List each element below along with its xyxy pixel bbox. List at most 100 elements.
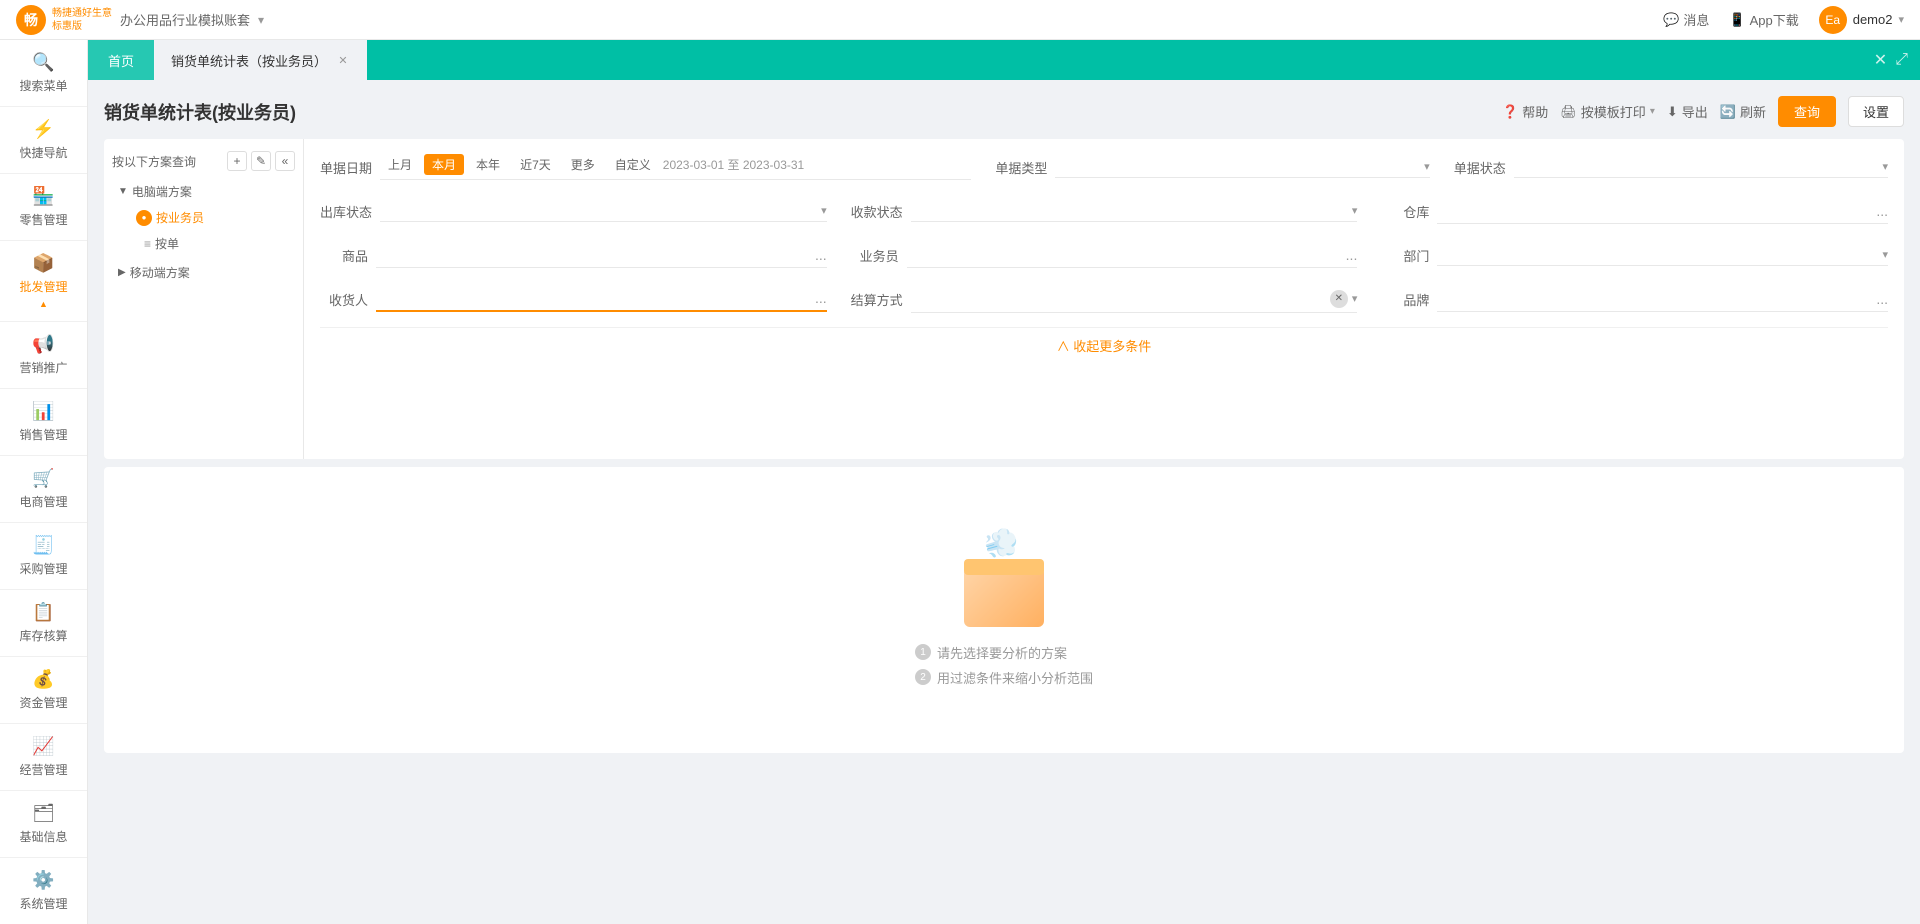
- tab-home[interactable]: 首页: [88, 40, 154, 80]
- marketing-icon: 📢: [32, 334, 54, 355]
- collapse-bar[interactable]: ∧ 收起更多条件: [320, 327, 1888, 363]
- refresh-icon: 🔄: [1720, 104, 1736, 120]
- filter-area: 单据日期 上月 本月 本年 近7天 更多 自定义: [304, 139, 1904, 459]
- scheme-group-mobile-label: 移动端方案: [130, 264, 190, 281]
- filter-outbound-control[interactable]: ▾: [380, 200, 827, 222]
- sidebar-item-purchase[interactable]: 🧾 采购管理: [0, 523, 87, 590]
- sidebar-item-wholesale[interactable]: 📦 批发管理 ▲: [0, 241, 87, 322]
- help-button[interactable]: ❓ 帮助: [1502, 102, 1548, 121]
- scheme-add-button[interactable]: +: [227, 151, 247, 171]
- filter-outbound-label: 出库状态: [320, 202, 380, 221]
- sidebar-item-search[interactable]: 🔍 搜索菜单: [0, 40, 87, 107]
- date-tab-custom[interactable]: 自定义: [607, 154, 659, 175]
- sidebar-item-operation-label: 经营管理: [19, 761, 67, 778]
- filter-row-3: 商品 ... 业务员 ...: [320, 239, 1888, 271]
- query-button[interactable]: 查询: [1778, 96, 1836, 127]
- dept-dropdown-icon: ▾: [1882, 248, 1888, 261]
- inventory-icon: 📋: [32, 602, 54, 623]
- user-area[interactable]: Ea demo2 ▾: [1819, 6, 1904, 34]
- filter-dept-field: 部门 ▾: [1381, 239, 1888, 271]
- filter-date-control: 上月 本月 本年 近7天 更多 自定义 2023-03-01 至 2023-03…: [380, 154, 971, 180]
- refresh-button[interactable]: 🔄 刷新: [1720, 102, 1766, 121]
- user-dropdown-icon: ▾: [1898, 13, 1904, 26]
- app-download-action[interactable]: 📱 App下载: [1729, 10, 1798, 29]
- sidebar-item-operation[interactable]: 📈 经营管理: [0, 724, 87, 791]
- filter-warehouse-control[interactable]: ...: [1437, 199, 1888, 224]
- export-button[interactable]: ⬇ 导出: [1667, 102, 1708, 121]
- date-tab-this-year[interactable]: 本年: [468, 154, 508, 175]
- filter-status-control[interactable]: ▾: [1514, 156, 1888, 178]
- payment-clear-icon[interactable]: ✕: [1330, 290, 1348, 308]
- payment-dropdown-icon: ▾: [1352, 292, 1358, 305]
- sidebar-item-sales[interactable]: 📊 销售管理: [0, 389, 87, 456]
- filter-status-field: 单据状态 ▾: [1454, 151, 1888, 183]
- message-action[interactable]: 💬 消息: [1663, 10, 1709, 29]
- filter-type-field: 单据类型 ▾: [995, 151, 1429, 183]
- shortcut-icon: ⚡: [32, 119, 54, 140]
- date-tab-more[interactable]: 更多: [563, 154, 603, 175]
- user-name: demo2: [1853, 12, 1893, 27]
- outbound-dropdown-icon: ▾: [821, 204, 827, 217]
- sidebar-item-shortcut[interactable]: ⚡ 快捷导航: [0, 107, 87, 174]
- filter-pay-control[interactable]: ▾: [911, 200, 1358, 222]
- scheme-item-by-salesperson[interactable]: ● 按业务员: [112, 204, 295, 231]
- operation-icon: 📈: [32, 736, 54, 757]
- hint-num-1: 1: [915, 644, 931, 660]
- sidebar-item-finance[interactable]: 💰 资金管理: [0, 657, 87, 724]
- tab-close-icon[interactable]: ✕: [335, 52, 351, 68]
- app-download-icon: 📱: [1729, 12, 1745, 28]
- scheme-group-pc-header[interactable]: ▼ 电脑端方案: [112, 179, 295, 204]
- brand-dots-icon: ...: [1876, 291, 1888, 307]
- help-icon: ❓: [1502, 104, 1518, 120]
- filter-brand-control[interactable]: ...: [1437, 287, 1888, 312]
- date-tab-7days[interactable]: 近7天: [512, 154, 559, 175]
- top-bar: 畅 畅捷通好生意 标惠版 办公用品行业模拟账套 ▾ 💬 消息 📱 App下载 E…: [0, 0, 1920, 40]
- sidebar-item-basic[interactable]: 🗂 基础信息: [0, 791, 87, 858]
- print-button[interactable]: 🖨 按模板打印 ▾: [1560, 102, 1655, 121]
- filter-dept-control[interactable]: ▾: [1437, 244, 1888, 266]
- filter-receiver-control[interactable]: ...: [376, 286, 827, 312]
- filter-salesperson-control[interactable]: ...: [907, 243, 1358, 268]
- filter-goods-control[interactable]: ...: [376, 243, 827, 268]
- filter-pay-field: 收款状态 ▾: [851, 195, 1358, 227]
- filter-receiver-field: 收货人 ...: [320, 283, 827, 315]
- empty-hint-1: 1 请先选择要分析的方案: [915, 643, 1093, 662]
- sidebar-item-purchase-label: 采购管理: [19, 560, 67, 577]
- sidebar-item-inventory[interactable]: 📋 库存核算: [0, 590, 87, 657]
- scheme-group-mobile-header[interactable]: ▶ 移动端方案: [112, 260, 295, 285]
- scheme-group-pc-label: 电脑端方案: [132, 183, 192, 200]
- sidebar-item-retail[interactable]: 🏪 零售管理: [0, 174, 87, 241]
- settings-button[interactable]: 设置: [1848, 96, 1904, 127]
- scheme-item-by-order-label: 按单: [155, 235, 179, 252]
- filter-warehouse-field: 仓库 ...: [1381, 195, 1888, 227]
- scheme-edit-button[interactable]: ✎: [251, 151, 271, 171]
- scheme-group-pc: ▼ 电脑端方案 ● 按业务员 ≡ 按单: [112, 179, 295, 256]
- hint-num-2: 2: [915, 669, 931, 685]
- date-tab-last-month[interactable]: 上月: [380, 154, 420, 175]
- sidebar-item-marketing[interactable]: 📢 营销推广: [0, 322, 87, 389]
- tab-maximize-button[interactable]: ⤢: [1895, 51, 1908, 69]
- sidebar-item-ecommerce[interactable]: 🛒 电商管理: [0, 456, 87, 523]
- date-tab-this-month[interactable]: 本月: [424, 154, 464, 175]
- tab-close-all-button[interactable]: ✕: [1874, 50, 1887, 70]
- user-avatar: Ea: [1819, 6, 1847, 34]
- filter-warehouse-label: 仓库: [1381, 202, 1437, 221]
- sidebar-item-system[interactable]: ⚙️ 系统管理: [0, 858, 87, 924]
- tab-bar-spacer: [367, 40, 1862, 80]
- sidebar-item-basic-label: 基础信息: [19, 828, 67, 845]
- scheme-title: 按以下方案查询: [112, 153, 196, 170]
- filter-payment-control[interactable]: ✕ ▾: [911, 286, 1358, 313]
- scheme-item-by-order[interactable]: ≡ 按单: [112, 231, 295, 256]
- scheme-collapse-button[interactable]: «: [275, 151, 295, 171]
- filter-brand-field: 品牌 ...: [1381, 283, 1888, 315]
- page-title: 销货单统计表(按业务员): [104, 99, 296, 125]
- basic-icon: 🗂: [32, 803, 55, 824]
- tab-sales-stat[interactable]: 销货单统计表（按业务员） ✕: [154, 40, 367, 80]
- title-dropdown-icon[interactable]: ▾: [258, 13, 264, 27]
- export-icon: ⬇: [1667, 104, 1678, 120]
- filter-receiver-label: 收货人: [320, 290, 376, 309]
- top-bar-right: 💬 消息 📱 App下载 Ea demo2 ▾: [1663, 6, 1904, 34]
- filter-row-2: 出库状态 ▾ 收款状态 ▾: [320, 195, 1888, 227]
- filter-type-control[interactable]: ▾: [1055, 156, 1429, 178]
- filter-brand-label: 品牌: [1381, 290, 1437, 309]
